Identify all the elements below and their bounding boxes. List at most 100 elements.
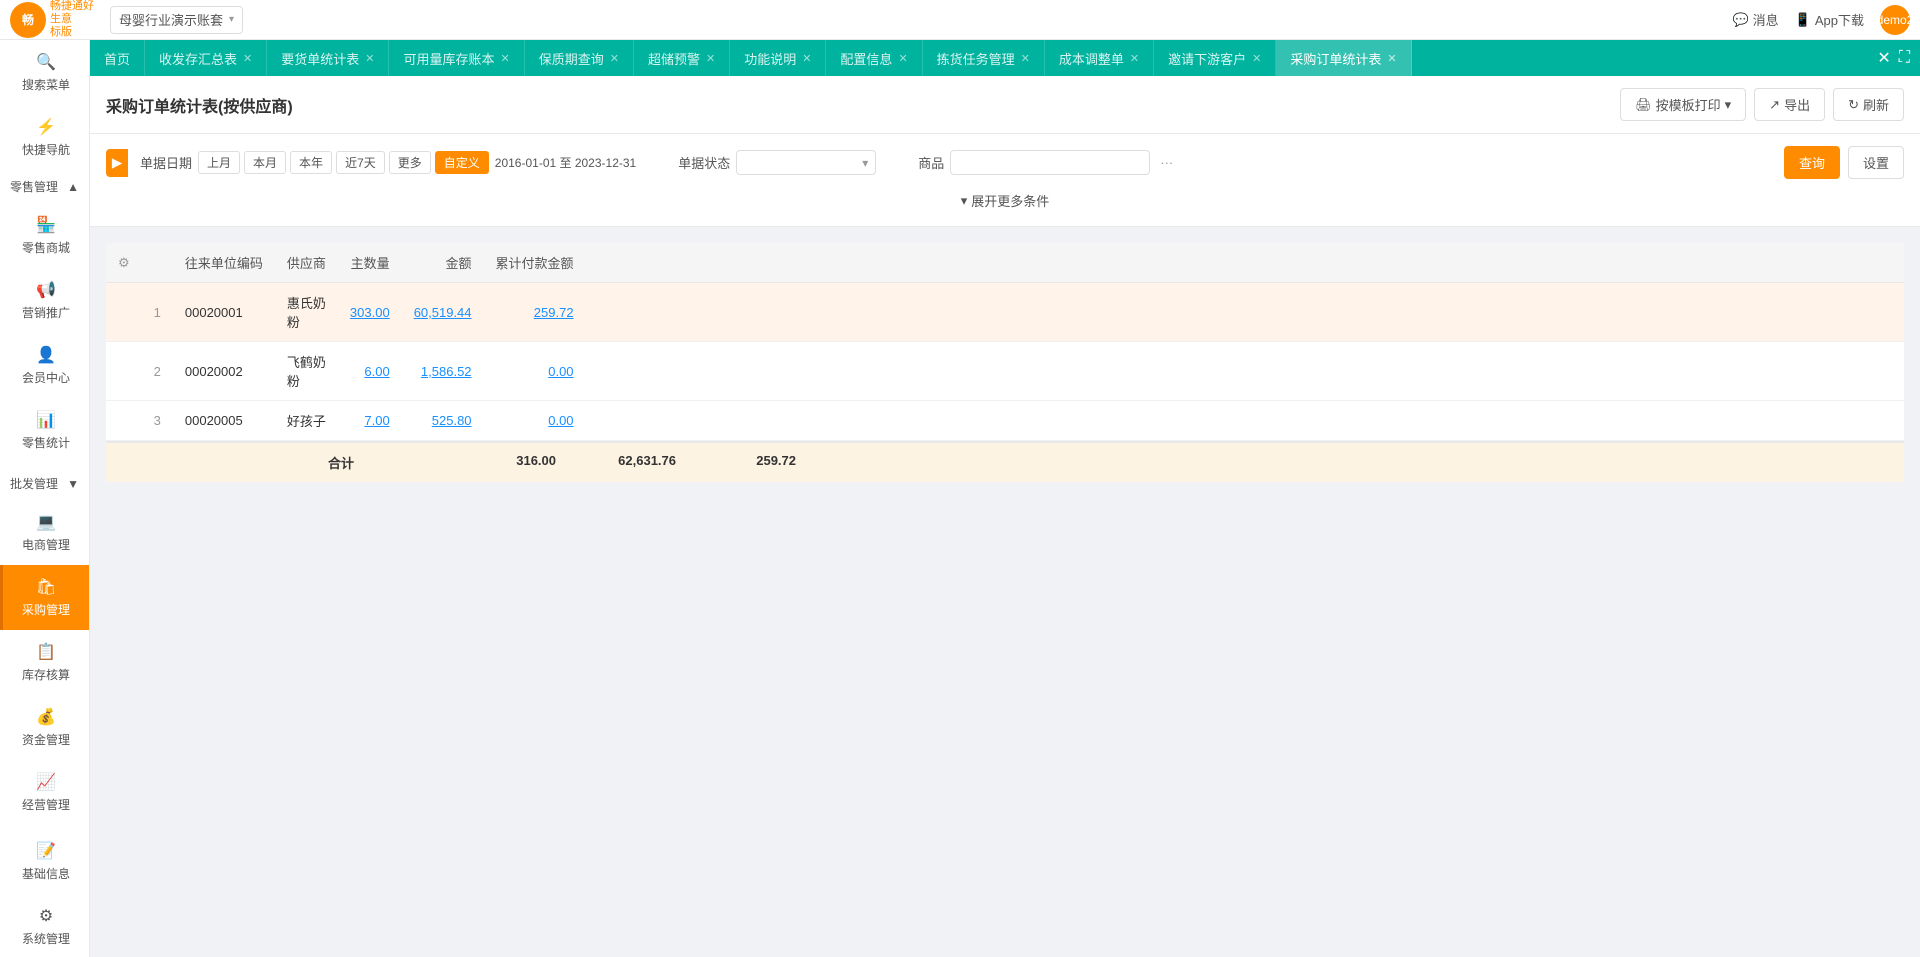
status-select[interactable] [736, 150, 876, 175]
logo-area: 畅 畅捷通好生意 标版 [10, 0, 100, 39]
td-amount-1[interactable]: 60,519.44 [402, 283, 484, 342]
th-amount: 金额 [402, 243, 484, 283]
close-tab-invite-downstream[interactable]: ✕ [1252, 52, 1261, 65]
td-amount-3[interactable]: 525.80 [402, 401, 484, 441]
logo-icon: 畅 [10, 2, 46, 38]
close-tab-purchase-order-stats[interactable]: ✕ [1387, 52, 1396, 65]
filter-expand-row: ▾ 展开更多条件 [106, 187, 1904, 214]
td-amount-2[interactable]: 1,586.52 [402, 342, 484, 401]
close-tab-func-desc[interactable]: ✕ [802, 52, 811, 65]
close-all-tabs-button[interactable]: ✕ [1877, 48, 1890, 68]
footer-amount: 62,631.76 [568, 453, 688, 472]
sidebar-item-purchase[interactable]: 🛍 采购管理 [0, 565, 89, 630]
sidebar-item-retail-shop[interactable]: 🏪 零售商城 [0, 203, 89, 268]
date-btn-last-7-days[interactable]: 近7天 [336, 151, 385, 174]
nav-tab-config-info[interactable]: 配置信息 ✕ [826, 40, 922, 76]
date-btn-last-month[interactable]: 上月 [198, 151, 240, 174]
date-btn-this-month[interactable]: 本月 [244, 151, 286, 174]
td-main-qty-3[interactable]: 7.00 [338, 401, 402, 441]
goods-more-icon[interactable]: ··· [1160, 155, 1173, 170]
nav-tab-overstock[interactable]: 超储预警 ✕ [634, 40, 730, 76]
nav-tab-func-desc[interactable]: 功能说明 ✕ [730, 40, 826, 76]
sidebar-item-retail[interactable]: 零售管理 ▲ [0, 170, 89, 203]
sidebar-item-ecommerce[interactable]: 💻 电商管理 [0, 500, 89, 565]
td-cum-payment-3[interactable]: 0.00 [484, 401, 586, 441]
nav-tab-pickup-task[interactable]: 拣货任务管理 ✕ [923, 40, 1045, 76]
close-tab-demand-stats[interactable]: ✕ [365, 52, 374, 65]
nav-tab-receive-send[interactable]: 收发存汇总表 ✕ [145, 40, 267, 76]
nav-tab-available-stock[interactable]: 可用量库存账本 ✕ [389, 40, 524, 76]
user-avatar[interactable]: demo2 [1880, 5, 1910, 35]
status-select-wrap [736, 150, 876, 175]
app-download-button[interactable]: 📱 App下载 [1795, 10, 1864, 29]
footer-label: 合计 [328, 453, 448, 472]
sidebar-item-wholesale[interactable]: 批发管理 ▼ [0, 467, 89, 500]
td-cum-payment-1[interactable]: 259.72 [484, 283, 586, 342]
td-main-qty-2[interactable]: 6.00 [338, 342, 402, 401]
nav-tab-cost-adjust[interactable]: 成本调整单 ✕ [1045, 40, 1154, 76]
sidebar-item-inventory[interactable]: 📋 库存核算 [0, 630, 89, 695]
export-button[interactable]: ↗ 导出 [1754, 88, 1825, 121]
maximize-tab-button[interactable]: ⛶ [1899, 49, 1910, 67]
td-unit-code-1: 00020001 [173, 283, 275, 342]
search-button[interactable]: 查询 [1784, 146, 1840, 179]
app-container: 畅 畅捷通好生意 标版 母婴行业演示账套 ▾ 💬 消息 📱 App下载 demo… [0, 0, 1920, 957]
sidebar-item-quick-nav[interactable]: ⚡ 快捷导航 [0, 105, 89, 170]
td-row-num-1: 1 [142, 283, 173, 342]
footer-main-qty: 316.00 [448, 453, 568, 472]
close-tab-config-info[interactable]: ✕ [898, 52, 907, 65]
basic-info-icon: 📝 [36, 841, 56, 861]
table-area: ⚙ 往来单位编码 供应商 主数量 金额 累计付款金额 [90, 227, 1920, 498]
sidebar-item-operations[interactable]: 📈 经营管理 [0, 760, 89, 825]
td-cum-payment-2[interactable]: 0.00 [484, 342, 586, 401]
refresh-button[interactable]: ↻ 刷新 [1833, 88, 1904, 121]
status-filter-label: 单据状态 [678, 153, 730, 172]
finance-icon: 💰 [36, 707, 56, 727]
td-main-qty-1[interactable]: 303.00 [338, 283, 402, 342]
table-row: 1 00020001 惠氏奶粉 303.00 60,519.44 259.72 [106, 283, 1904, 342]
sidebar-item-search[interactable]: 🔍 搜索菜单 [0, 40, 89, 105]
chevron-down-expand-icon: ▾ [961, 193, 968, 209]
close-tab-overstock[interactable]: ✕ [706, 52, 715, 65]
sidebar-item-member[interactable]: 👤 会员中心 [0, 333, 89, 398]
sidebar-item-retail-stats[interactable]: 📊 零售统计 [0, 398, 89, 463]
page-title-bar: 采购订单统计表(按供应商) 🖨 按模板打印 ▾ ↗ 导出 ↻ [90, 76, 1920, 134]
date-btn-custom[interactable]: 自定义 [435, 151, 489, 174]
nav-tab-purchase-order-stats[interactable]: 采购订单统计表 ✕ [1276, 40, 1411, 76]
close-tab-shelf-life[interactable]: ✕ [610, 52, 619, 65]
page-inner: 采购订单统计表(按供应商) 🖨 按模板打印 ▾ ↗ 导出 ↻ [90, 76, 1920, 957]
date-btn-this-year[interactable]: 本年 [290, 151, 332, 174]
message-button[interactable]: 💬 消息 [1732, 10, 1778, 29]
nav-tabs-bar: 首页 收发存汇总表 ✕ 要货单统计表 ✕ 可用量库存账本 ✕ 保质期查询 ✕ [90, 40, 1920, 76]
sidebar: 🔍 搜索菜单 ⚡ 快捷导航 零售管理 ▲ 🏪 零售商城 📢 营销推广 👤 会 [0, 40, 90, 957]
nav-tab-invite-downstream[interactable]: 邀请下游客户 ✕ [1154, 40, 1276, 76]
nav-tab-demand-stats[interactable]: 要货单统计表 ✕ [267, 40, 389, 76]
sidebar-item-finance[interactable]: 💰 资金管理 [0, 695, 89, 760]
content-area: 首页 收发存汇总表 ✕ 要货单统计表 ✕ 可用量库存账本 ✕ 保质期查询 ✕ [90, 40, 1920, 957]
workspace-arrow-icon: ▾ [229, 14, 234, 25]
th-supplier: 供应商 [275, 243, 338, 283]
close-tab-receive-send[interactable]: ✕ [243, 52, 252, 65]
expand-more-button[interactable]: ▾ 展开更多条件 [949, 187, 1062, 214]
sidebar-item-system[interactable]: ⚙ 系统管理 [0, 894, 89, 957]
close-tab-available-stock[interactable]: ✕ [501, 52, 510, 65]
close-tab-pickup-task[interactable]: ✕ [1021, 52, 1030, 65]
nav-tab-shelf-life[interactable]: 保质期查询 ✕ [525, 40, 634, 76]
sidebar-item-marketing[interactable]: 📢 营销推广 [0, 268, 89, 333]
close-tab-cost-adjust[interactable]: ✕ [1130, 52, 1139, 65]
settings-button[interactable]: 设置 [1848, 146, 1904, 179]
filter-row-1: ▶ 单据日期 上月 本月 本年 近7天 更多 自定义 [106, 146, 1904, 179]
filter-toggle-button[interactable]: ▶ [106, 149, 128, 177]
td-extra-2 [586, 342, 1904, 401]
date-btn-more[interactable]: 更多 [389, 151, 431, 174]
goods-input[interactable] [950, 150, 1150, 175]
top-bar-right: 💬 消息 📱 App下载 demo2 [1732, 5, 1910, 35]
sidebar-item-basic-info[interactable]: 📝 基础信息 [0, 829, 89, 894]
td-settings-2 [106, 342, 142, 401]
template-print-button[interactable]: 🖨 按模板打印 ▾ [1620, 88, 1746, 121]
th-unit-code: 往来单位编码 [173, 243, 275, 283]
column-settings-icon[interactable]: ⚙ [118, 255, 130, 270]
workspace-selector[interactable]: 母婴行业演示账套 ▾ [110, 6, 243, 34]
filter-area: ▶ 单据日期 上月 本月 本年 近7天 更多 自定义 [90, 134, 1920, 227]
nav-tab-home[interactable]: 首页 [90, 40, 145, 76]
